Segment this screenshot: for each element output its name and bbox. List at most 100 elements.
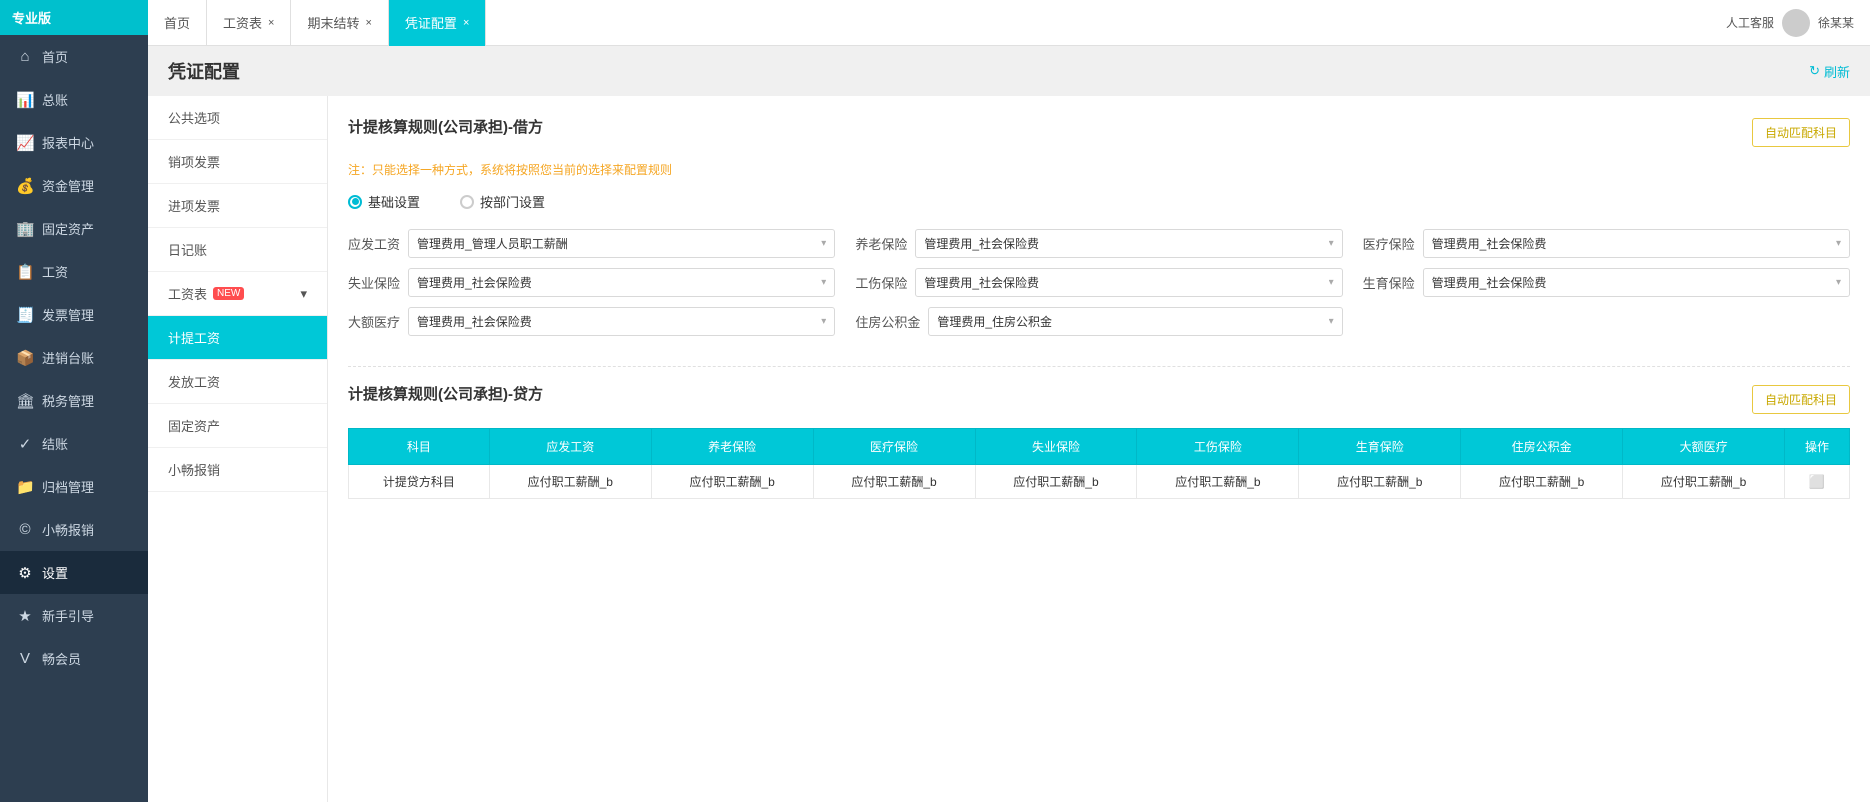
select-salary[interactable]: 管理费用_管理人员职工薪酬 ▾	[408, 229, 835, 258]
home-icon: ⌂	[16, 48, 34, 65]
td-medical-val: 应付职工薪酬_b	[813, 465, 975, 499]
sidebar-label-tax: 税务管理	[42, 391, 94, 410]
left-menu-pay-salary[interactable]: 发放工资	[148, 360, 327, 404]
sidebar-item-general-ledger[interactable]: 📊 总账	[0, 78, 148, 121]
left-menu: 公共选项 销项发票 进项发票 日记账 工资表 NEW ▾ 计提工资	[148, 96, 328, 802]
sidebar-label-invoice: 发票管理	[42, 305, 94, 324]
th-unemployment: 失业保险	[975, 429, 1137, 465]
sidebar-item-xiaochang-report[interactable]: © 小畅报销	[0, 508, 148, 551]
topbar: 首页 工资表 × 期末结转 × 凭证配置 × 人工客服 徐某某	[148, 0, 1870, 46]
select-pension[interactable]: 管理费用_社会保险费 ▾	[915, 229, 1342, 258]
th-major-medical: 大额医疗	[1623, 429, 1785, 465]
label-medical: 医疗保险	[1363, 234, 1415, 253]
left-menu-calc-salary[interactable]: 计提工资	[148, 316, 327, 360]
tab-period-end-close[interactable]: ×	[365, 17, 371, 29]
invoice-icon: 🧾	[16, 306, 34, 324]
expand-icon: ▾	[300, 286, 307, 302]
form-item-medical: 医疗保险 管理费用_社会保险费 ▾	[1363, 229, 1850, 258]
sidebar-label-settlement: 结账	[42, 434, 68, 453]
user-service[interactable]: 人工客服	[1726, 14, 1774, 31]
content-area: 公共选项 销项发票 进项发票 日记账 工资表 NEW ▾ 计提工资	[148, 96, 1870, 802]
form-item-housing-fund: 住房公积金 管理费用_住房公积金 ▾	[855, 307, 1342, 336]
topbar-right: 人工客服 徐某某	[1726, 9, 1870, 37]
select-arrow-major-medical: ▾	[821, 316, 826, 327]
th-injury: 工伤保险	[1137, 429, 1299, 465]
select-maternity[interactable]: 管理费用_社会保险费 ▾	[1423, 268, 1850, 297]
sidebar-item-settlement[interactable]: ✓ 结账	[0, 422, 148, 465]
tab-voucher-config-close[interactable]: ×	[463, 17, 469, 29]
label-unemployment: 失业保险	[348, 273, 400, 292]
select-arrow-unemployment: ▾	[821, 277, 826, 288]
left-menu-public-options[interactable]: 公共选项	[148, 96, 327, 140]
sidebar-item-salary[interactable]: 📋 工资	[0, 250, 148, 293]
select-medical[interactable]: 管理费用_社会保险费 ▾	[1423, 229, 1850, 258]
table-header-row: 科目 应发工资 养老保险 医疗保险 失业保险 工伤保险 生育保险 住房公积金 大…	[349, 429, 1850, 465]
sidebar-item-fund-management[interactable]: 💰 资金管理	[0, 164, 148, 207]
refresh-button[interactable]: ↻ 刷新	[1809, 62, 1850, 81]
left-menu-xiaochang-expense[interactable]: 小畅报销	[148, 448, 327, 492]
auto-match-btn-1[interactable]: 自动匹配科目	[1752, 118, 1850, 147]
user-name: 徐某某	[1818, 14, 1854, 31]
xiaochang-report-icon: ©	[16, 521, 34, 538]
sidebar-label-xiaochang-report: 小畅报销	[42, 520, 94, 539]
select-arrow-injury: ▾	[1329, 277, 1334, 288]
tab-voucher-config-label: 凭证配置	[405, 13, 457, 32]
radio-dept-label: 按部门设置	[480, 192, 545, 211]
new-badge: NEW	[213, 287, 244, 300]
right-content: 计提核算规则(公司承担)-借方 自动匹配科目 注：只能选择一种方式，系统将按照您…	[328, 96, 1870, 802]
auto-match-btn-2[interactable]: 自动匹配科目	[1752, 385, 1850, 414]
section1-title: 计提核算规则(公司承担)-借方	[348, 116, 543, 137]
sidebar-item-fixed-assets[interactable]: 🏢 固定资产	[0, 207, 148, 250]
radio-basic-settings[interactable]: 基础设置	[348, 192, 420, 211]
td-action[interactable]: ⬜	[1785, 465, 1850, 499]
form-item-unemployment: 失业保险 管理费用_社会保险费 ▾	[348, 268, 835, 297]
select-injury[interactable]: 管理费用_社会保险费 ▾	[915, 268, 1342, 297]
td-major-medical-val: 应付职工薪酬_b	[1623, 465, 1785, 499]
tab-salary-table-close[interactable]: ×	[268, 17, 274, 29]
td-salary-val: 应付职工薪酬_b	[489, 465, 651, 499]
settlement-icon: ✓	[16, 435, 34, 453]
main-area: 首页 工资表 × 期末结转 × 凭证配置 × 人工客服 徐某某 凭证配置 ↻ 刷…	[148, 0, 1870, 802]
tab-period-end[interactable]: 期末结转 ×	[291, 0, 388, 46]
tab-voucher-config[interactable]: 凭证配置 ×	[389, 0, 486, 46]
edit-icon[interactable]: ⬜	[1809, 474, 1825, 489]
th-pension: 养老保险	[651, 429, 813, 465]
tab-period-end-label: 期末结转	[307, 13, 359, 32]
label-major-medical: 大额医疗	[348, 312, 400, 331]
sidebar-item-report-center[interactable]: 📈 报表中心	[0, 121, 148, 164]
select-unemployment[interactable]: 管理费用_社会保险费 ▾	[408, 268, 835, 297]
section1-header: 计提核算规则(公司承担)-借方 自动匹配科目	[348, 116, 1850, 149]
sidebar-item-purchase-sales[interactable]: 📦 进销台账	[0, 336, 148, 379]
sidebar-item-tax[interactable]: 🏛 税务管理	[0, 379, 148, 422]
app-title: 专业版	[0, 0, 148, 35]
sidebar-item-new-guide[interactable]: ★ 新手引导	[0, 594, 148, 637]
sidebar-label-home: 首页	[42, 47, 68, 66]
left-menu-journal[interactable]: 日记账	[148, 228, 327, 272]
select-arrow-maternity: ▾	[1836, 277, 1841, 288]
sidebar-item-member[interactable]: V 畅会员	[0, 637, 148, 680]
left-menu-fixed-assets[interactable]: 固定资产	[148, 404, 327, 448]
table-row: 计提贷方科目 应付职工薪酬_b 应付职工薪酬_b 应付职工薪酬_b 应付职工薪酬…	[349, 465, 1850, 499]
td-subject: 计提贷方科目	[349, 465, 490, 499]
sidebar-item-invoice[interactable]: 🧾 发票管理	[0, 293, 148, 336]
radio-dept-settings[interactable]: 按部门设置	[460, 192, 545, 211]
refresh-label: 刷新	[1824, 62, 1850, 81]
label-pension: 养老保险	[855, 234, 907, 253]
sidebar-label-fixed-assets: 固定资产	[42, 219, 94, 238]
form-item-major-medical: 大额医疗 管理费用_社会保险费 ▾	[348, 307, 835, 336]
select-housing-fund[interactable]: 管理费用_住房公积金 ▾	[928, 307, 1342, 336]
sidebar-label-general-ledger: 总账	[42, 90, 68, 109]
sidebar-item-settings[interactable]: ⚙ 设置	[0, 551, 148, 594]
left-menu-salary-table[interactable]: 工资表 NEW ▾	[148, 272, 327, 316]
tab-home-label: 首页	[164, 13, 190, 32]
select-major-medical[interactable]: 管理费用_社会保险费 ▾	[408, 307, 835, 336]
radio-basic-circle	[348, 195, 362, 209]
left-menu-sales-invoice[interactable]: 销项发票	[148, 140, 327, 184]
sidebar-item-archive[interactable]: 📁 归档管理	[0, 465, 148, 508]
tab-salary-table[interactable]: 工资表 ×	[207, 0, 291, 46]
label-housing-fund: 住房公积金	[855, 312, 920, 331]
tab-home[interactable]: 首页	[148, 0, 207, 46]
sidebar-item-home[interactable]: ⌂ 首页	[0, 35, 148, 78]
left-menu-purchase-invoice[interactable]: 进项发票	[148, 184, 327, 228]
th-subject: 科目	[349, 429, 490, 465]
